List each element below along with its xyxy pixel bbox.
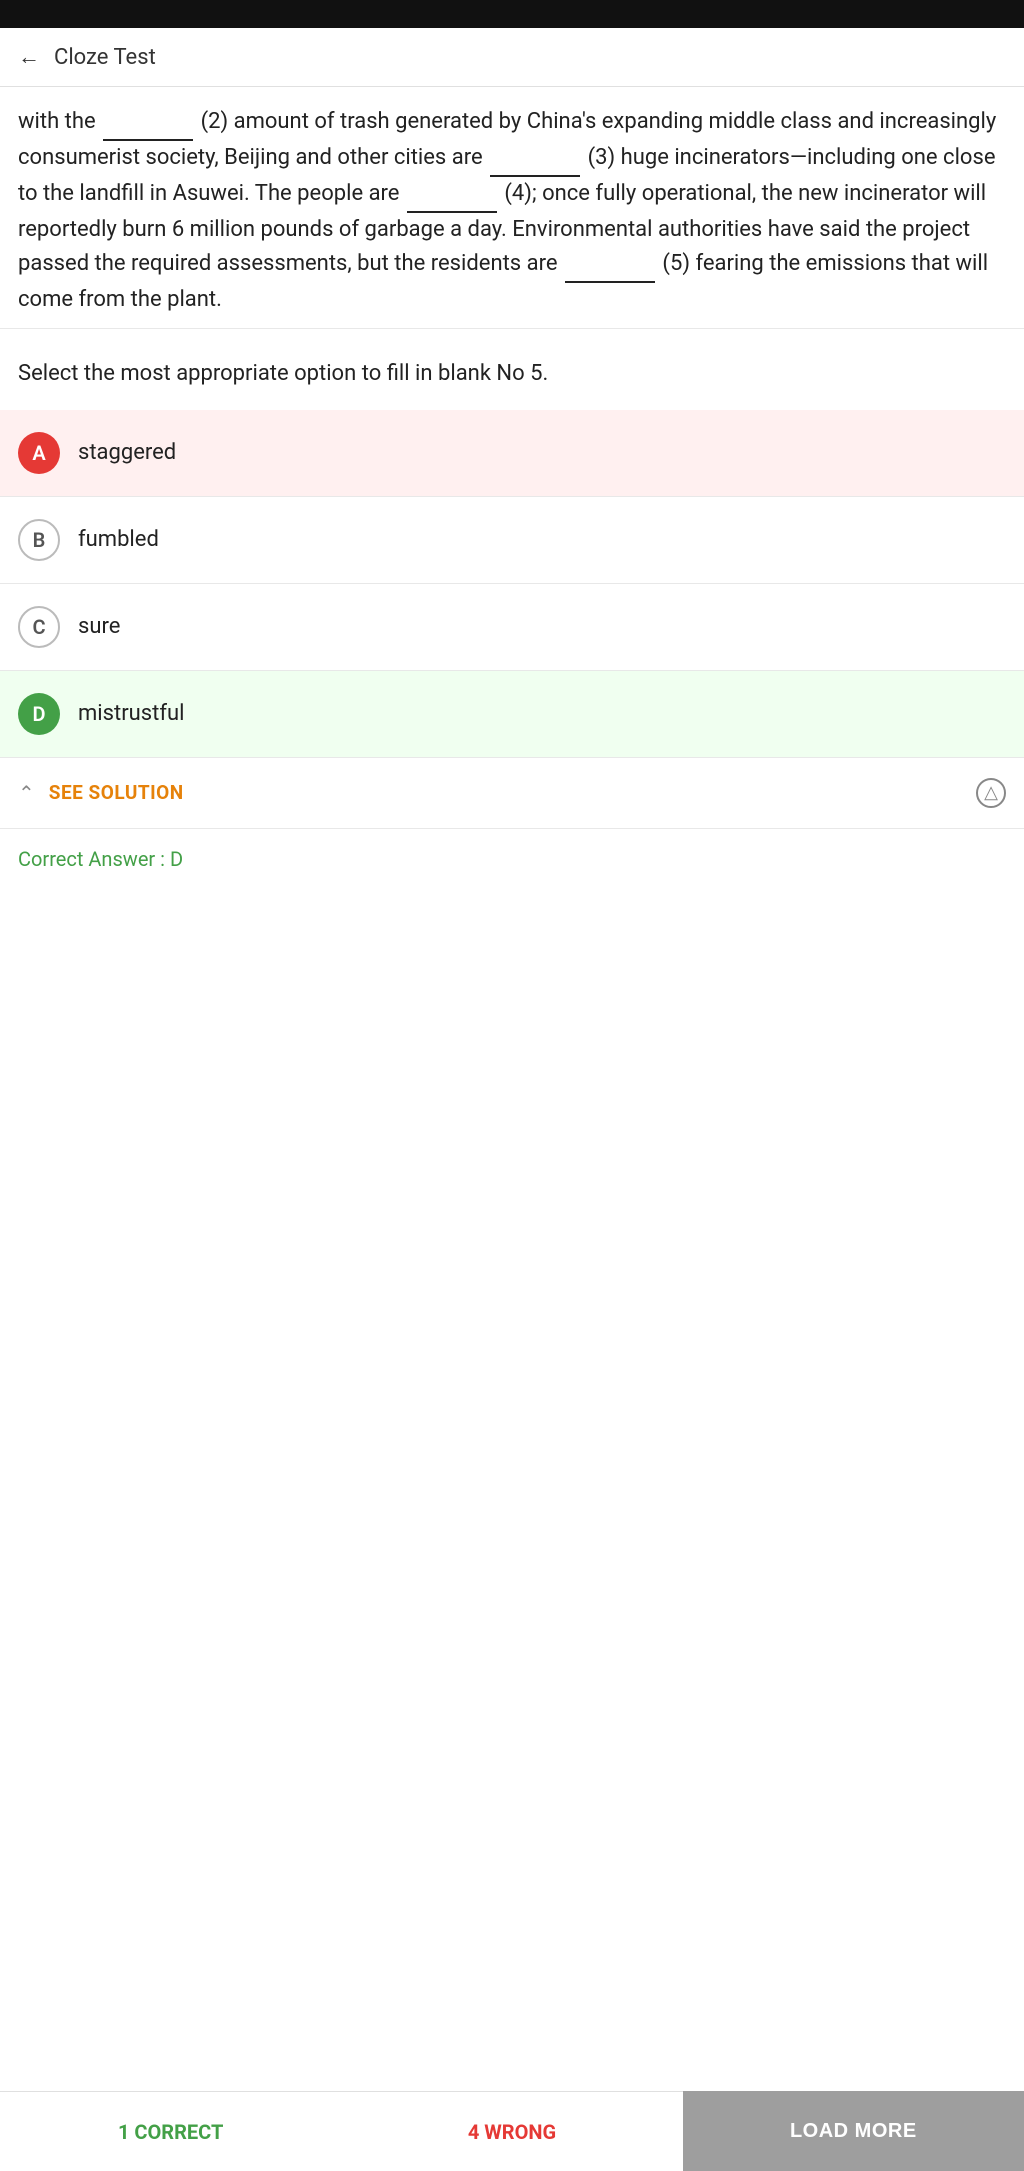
blank-3: [490, 141, 580, 177]
question-text: Select the most appropriate option to fi…: [18, 357, 1006, 390]
blank-2: [103, 105, 193, 141]
option-badge-b: B: [18, 519, 60, 561]
alert-icon[interactable]: △: [976, 778, 1006, 808]
option-row-b[interactable]: B fumbled: [0, 497, 1024, 584]
load-more-button[interactable]: LOAD MORE: [683, 2091, 1024, 2171]
passage-container: with the (2) amount of trash generated b…: [0, 87, 1024, 329]
chevron-up-icon: ⌃: [18, 781, 35, 805]
back-button[interactable]: ←: [18, 44, 40, 70]
header: ← Cloze Test: [0, 28, 1024, 87]
option-label-d: mistrustful: [78, 701, 184, 726]
question-container: Select the most appropriate option to fi…: [0, 329, 1024, 406]
option-badge-a: A: [18, 432, 60, 474]
blank-4-num: (4);: [504, 181, 536, 206]
option-badge-d: D: [18, 693, 60, 735]
status-bar: [0, 0, 1024, 28]
bottom-bar: 1 CORRECT 4 WRONG LOAD MORE: [0, 2091, 1024, 2171]
correct-answer-row: Correct Answer : D: [0, 829, 1024, 883]
passage-text-before: with the: [18, 109, 96, 134]
see-solution-left: ⌃ SEE SOLUTION: [18, 781, 184, 805]
page-title: Cloze Test: [54, 45, 156, 70]
see-solution-label: SEE SOLUTION: [49, 781, 184, 804]
correct-count: 1 CORRECT: [0, 2091, 341, 2171]
wrong-count: 4 WRONG: [341, 2091, 682, 2171]
option-badge-c: C: [18, 606, 60, 648]
passage-text: with the (2) amount of trash generated b…: [18, 105, 1006, 318]
blank-2-num: (2): [201, 109, 229, 134]
option-row-d[interactable]: D mistrustful: [0, 671, 1024, 758]
option-label-c: sure: [78, 614, 120, 639]
option-row-c[interactable]: C sure: [0, 584, 1024, 671]
blank-5: [565, 247, 655, 283]
option-label-a: staggered: [78, 440, 176, 465]
see-solution-row[interactable]: ⌃ SEE SOLUTION △: [0, 758, 1024, 829]
correct-answer-text: Correct Answer : D: [18, 847, 183, 871]
blank-4: [407, 177, 497, 213]
blank-5-num: (5): [662, 251, 690, 276]
option-row-a[interactable]: A staggered: [0, 410, 1024, 497]
blank-3-num: (3): [588, 145, 616, 170]
option-label-b: fumbled: [78, 527, 159, 552]
options-container: A staggered B fumbled C sure D mistrustf…: [0, 410, 1024, 758]
